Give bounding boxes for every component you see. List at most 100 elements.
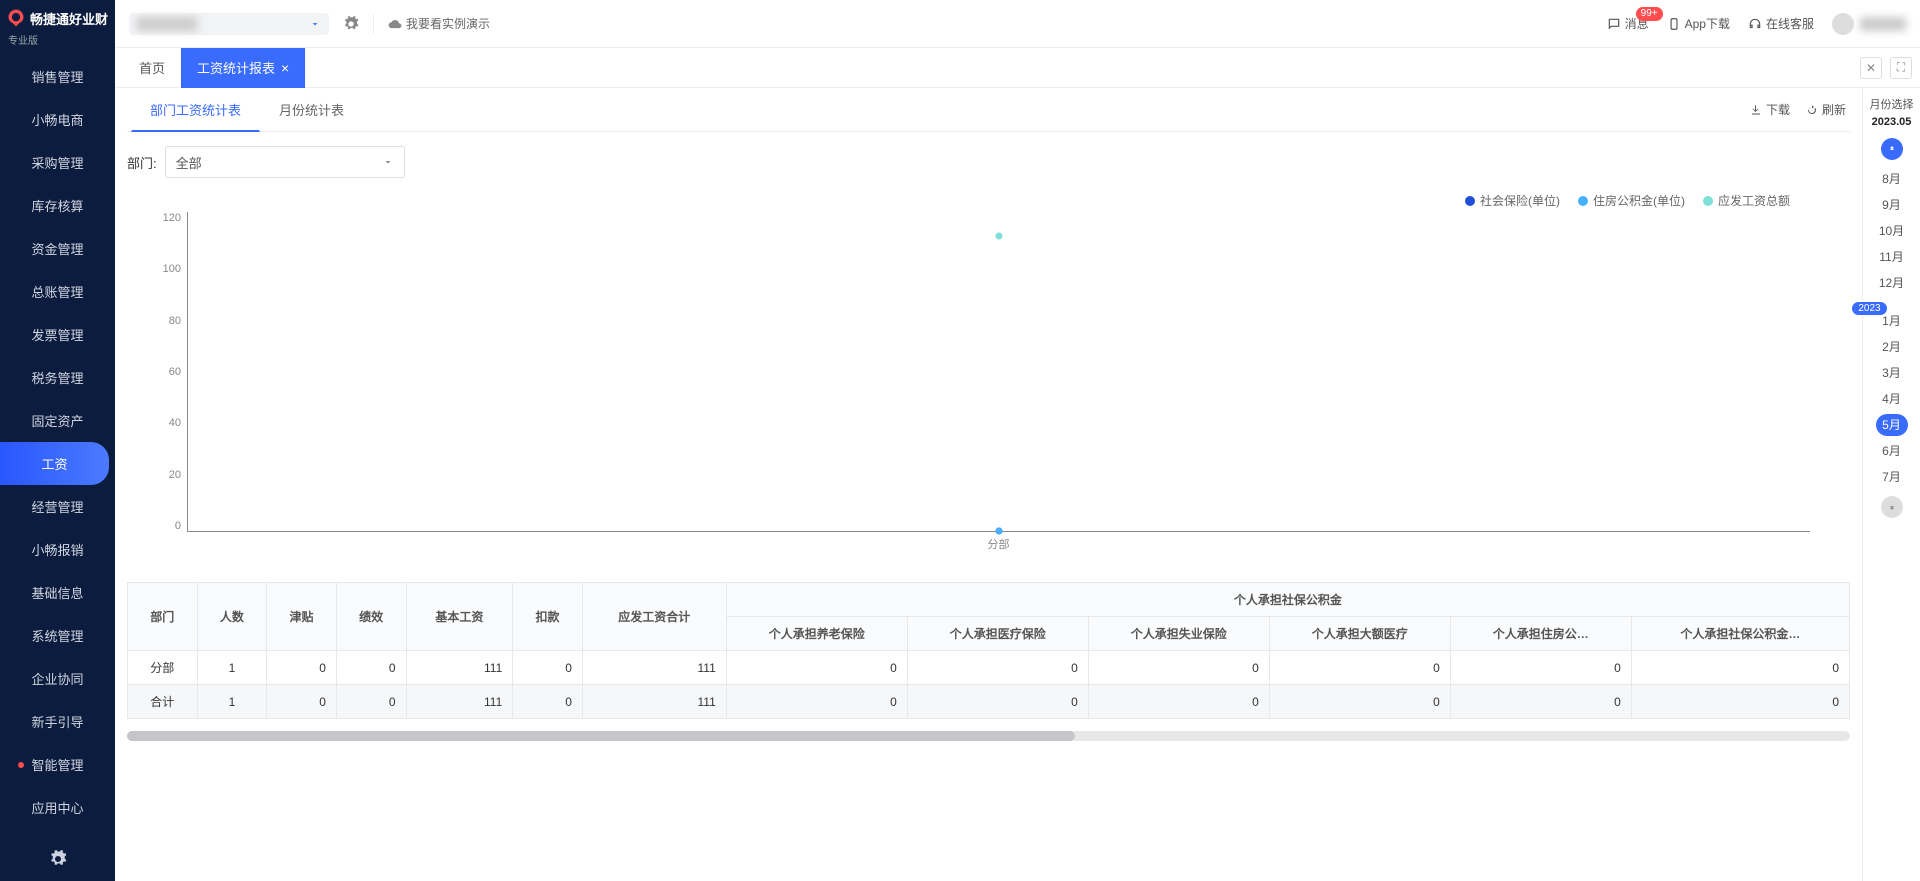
filter-row: 部门: 全部 xyxy=(127,132,1850,192)
legend-dot xyxy=(1465,196,1475,206)
legend-dot xyxy=(1578,196,1588,206)
month-list: 1月2月3月4月5月6月7月 xyxy=(1863,310,1920,488)
sidebar-item-2[interactable]: 采购管理 xyxy=(0,141,115,184)
sidebar: 畅捷通好业财 专业版 销售管理小畅电商采购管理库存核算资金管理总账管理发票管理税… xyxy=(0,0,115,881)
month-item[interactable]: 5月 xyxy=(1876,414,1908,436)
month-item[interactable]: 3月 xyxy=(1876,362,1908,384)
org-name-blurred xyxy=(137,17,197,31)
legend-item[interactable]: 应发工资总额 xyxy=(1703,192,1790,209)
scrollbar-thumb[interactable] xyxy=(127,731,1075,741)
fullscreen-button[interactable]: ⛶ xyxy=(1890,57,1912,79)
chevron-down-icon xyxy=(382,156,394,168)
month-panel-title: 月份选择 xyxy=(1870,96,1914,112)
refresh-icon xyxy=(1806,104,1818,116)
support-button[interactable]: 在线客服 xyxy=(1748,15,1814,32)
month-item[interactable]: 4月 xyxy=(1876,388,1908,410)
month-item[interactable]: 12月 xyxy=(1876,272,1908,294)
sidebar-item-6[interactable]: 发票管理 xyxy=(0,313,115,356)
gear-icon xyxy=(343,16,359,32)
sidebar-item-15[interactable]: 新手引导 xyxy=(0,700,115,743)
table-header-row: 部门 人数 津贴 绩效 基本工资 扣款 应发工资合计 个人承担社保公积金 xyxy=(128,583,1850,617)
month-item[interactable]: 6月 xyxy=(1876,440,1908,462)
salary-table: 部门 人数 津贴 绩效 基本工资 扣款 应发工资合计 个人承担社保公积金 个人承… xyxy=(127,582,1850,719)
month-scroll-up[interactable] xyxy=(1881,138,1903,160)
refresh-button[interactable]: 刷新 xyxy=(1806,101,1846,118)
logo-icon xyxy=(6,8,26,28)
chevron-down-icon xyxy=(1887,502,1897,512)
tab-salary-report[interactable]: 工资统计报表 × xyxy=(181,48,305,88)
download-icon xyxy=(1750,104,1762,116)
sidebar-menu: 销售管理小畅电商采购管理库存核算资金管理总账管理发票管理税务管理固定资产工资经营… xyxy=(0,55,115,840)
data-point xyxy=(996,232,1003,239)
tab-home[interactable]: 首页 xyxy=(123,48,181,88)
y-axis: 120100806040200 xyxy=(157,212,181,532)
month-item[interactable]: 10月 xyxy=(1876,220,1908,242)
month-list: 8月 9月 10月 11月 12月 xyxy=(1863,168,1920,294)
chevron-down-icon xyxy=(309,18,321,30)
sidebar-item-0[interactable]: 销售管理 xyxy=(0,55,115,98)
dept-select[interactable]: 全部 xyxy=(165,146,405,178)
month-selected: 2023.05 xyxy=(1872,116,1912,128)
chevron-up-icon xyxy=(1887,144,1897,154)
demo-link[interactable]: 我要看实例演示 xyxy=(388,15,490,32)
month-item[interactable]: 9月 xyxy=(1876,194,1908,216)
sidebar-item-7[interactable]: 税务管理 xyxy=(0,356,115,399)
page-tabs: 首页 工资统计报表 × ✕ ⛶ xyxy=(115,48,1920,88)
close-icon[interactable]: × xyxy=(281,60,289,76)
app-label: App下载 xyxy=(1685,15,1730,32)
sidebar-item-9[interactable]: 工资 xyxy=(0,442,109,485)
notification-dot xyxy=(18,762,24,768)
mobile-icon xyxy=(1667,17,1681,31)
month-item[interactable]: 7月 xyxy=(1876,466,1908,488)
sidebar-item-4[interactable]: 资金管理 xyxy=(0,227,115,270)
sidebar-item-3[interactable]: 库存核算 xyxy=(0,184,115,227)
sidebar-item-5[interactable]: 总账管理 xyxy=(0,270,115,313)
chart-legend: 社会保险(单位) 住房公积金(单位) 应发工资总额 xyxy=(1465,192,1790,209)
month-scroll-down[interactable] xyxy=(1881,496,1903,518)
sidebar-item-16[interactable]: 智能管理 xyxy=(0,743,115,786)
username-blurred xyxy=(1860,17,1906,31)
sidebar-item-17[interactable]: 应用中心 xyxy=(0,786,115,829)
legend-item[interactable]: 社会保险(单位) xyxy=(1465,192,1560,209)
header: 我要看实例演示 消息 99+ App下载 在线客服 xyxy=(115,0,1920,48)
data-point xyxy=(996,528,1003,535)
month-item[interactable]: 8月 xyxy=(1876,168,1908,190)
month-item[interactable]: 11月 xyxy=(1876,246,1908,268)
dept-filter-label: 部门: xyxy=(127,153,157,172)
chart: 社会保险(单位)住房公积金(单位)应发工资总额 120100806040200 … xyxy=(127,192,1850,572)
table-row: 分部1001110111000000 xyxy=(128,651,1850,685)
user-menu[interactable] xyxy=(1832,13,1906,35)
sidebar-settings[interactable] xyxy=(0,840,115,881)
sidebar-item-14[interactable]: 企业协同 xyxy=(0,657,115,700)
app-download-button[interactable]: App下载 xyxy=(1667,15,1730,32)
org-selector[interactable] xyxy=(129,13,329,35)
support-label: 在线客服 xyxy=(1766,15,1814,32)
avatar xyxy=(1832,13,1854,35)
settings-icon-button[interactable] xyxy=(343,16,359,32)
messages-button[interactable]: 消息 99+ xyxy=(1607,15,1649,32)
plot-grid xyxy=(187,212,1810,532)
legend-item[interactable]: 住房公积金(单位) xyxy=(1578,192,1685,209)
sidebar-item-1[interactable]: 小畅电商 xyxy=(0,98,115,141)
month-panel: 月份选择 2023.05 8月9月10月11月12月 2023 1月2月3月4月… xyxy=(1862,88,1920,881)
sidebar-item-8[interactable]: 固定资产 xyxy=(0,399,115,442)
download-button[interactable]: 下载 xyxy=(1750,101,1790,118)
headset-icon xyxy=(1748,17,1762,31)
year-chip: 2023 xyxy=(1852,302,1886,315)
close-all-button[interactable]: ✕ xyxy=(1860,57,1882,79)
x-axis-label: 分部 xyxy=(187,536,1810,552)
table-row: 合计1001110111000000 xyxy=(128,685,1850,719)
brand-logo: 畅捷通好业财 xyxy=(0,0,115,32)
subtab-month-stats[interactable]: 月份统计表 xyxy=(260,88,363,132)
legend-dot xyxy=(1703,196,1713,206)
subtabs: 部门工资统计表 月份统计表 下载 刷新 xyxy=(127,88,1850,132)
subtab-dept-stats[interactable]: 部门工资统计表 xyxy=(131,88,260,132)
chart-plot: 120100806040200 xyxy=(187,212,1810,532)
demo-label: 我要看实例演示 xyxy=(406,15,490,32)
sidebar-item-12[interactable]: 基础信息 xyxy=(0,571,115,614)
sidebar-item-10[interactable]: 经营管理 xyxy=(0,485,115,528)
sidebar-item-13[interactable]: 系统管理 xyxy=(0,614,115,657)
sidebar-item-11[interactable]: 小畅报销 xyxy=(0,528,115,571)
month-item[interactable]: 2月 xyxy=(1876,336,1908,358)
horizontal-scrollbar[interactable] xyxy=(127,731,1850,741)
